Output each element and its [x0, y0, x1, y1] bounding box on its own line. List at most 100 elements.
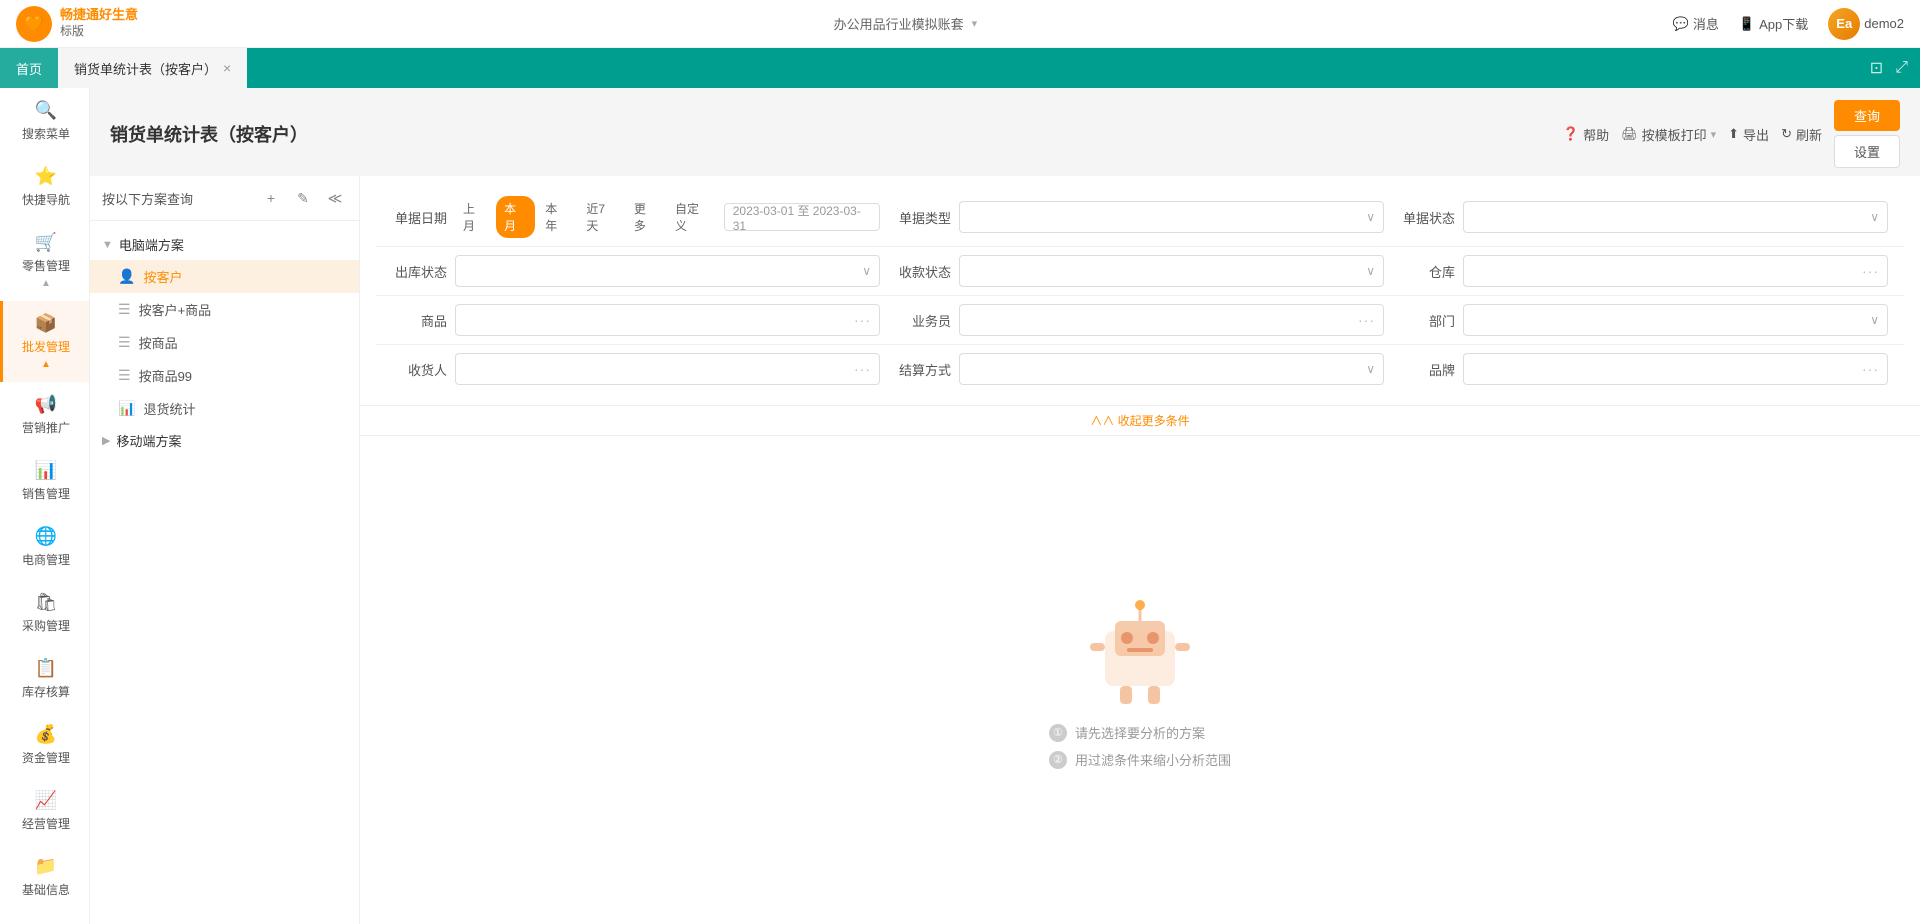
sidebar-item-purchase[interactable]: 🛍 采购管理	[0, 580, 89, 646]
empty-tip-1: ① 请先选择要分析的方案	[1049, 723, 1231, 742]
scheme-group-desktop-title[interactable]: ▼ 电脑端方案	[90, 229, 359, 260]
search-menu-label: 搜索菜单	[22, 125, 70, 142]
quick-nav-icon: ⭐	[35, 166, 57, 187]
scheme-collapse-btn[interactable]: ≪	[323, 186, 347, 210]
sales-icon: 📊	[35, 460, 57, 481]
setting-btn[interactable]: 设置	[1834, 135, 1900, 168]
sidebar-item-basic[interactable]: 📁 基础信息	[0, 844, 89, 910]
tab-close-btn[interactable]: ×	[223, 60, 231, 76]
export-btn[interactable]: ⬆ 导出	[1728, 125, 1769, 144]
avatar: Ea	[1828, 8, 1860, 40]
payment-input[interactable]: ∨	[959, 255, 1384, 287]
settlement-input[interactable]: ∨	[959, 353, 1384, 385]
by-customer-label: 按客户	[143, 267, 182, 286]
tip-num-1: ①	[1049, 724, 1067, 742]
filter-doc-status: 单据状态 ∨	[1400, 196, 1888, 238]
refresh-btn[interactable]: ↻ 刷新	[1781, 125, 1822, 144]
sidebar-item-retail[interactable]: 🛒 零售管理 ▲	[0, 220, 89, 301]
date-tab-this-month[interactable]: 本月	[496, 196, 535, 238]
date-tabs-group: 上月 本月 本年 近7天 更多 自定义	[455, 196, 718, 238]
print-label: 按模板打印	[1642, 125, 1707, 144]
logo-icon: 🧡	[16, 6, 52, 42]
sidebar-item-system[interactable]: ⚙ 系统管理	[0, 910, 89, 924]
sidebar-item-marketing[interactable]: 📢 营销推广	[0, 382, 89, 448]
page-actions: ❓ 帮助 🖨 按模板打印 ▾ ⬆ 导出 ↻ 刷新 查询	[1563, 100, 1900, 168]
finance-icon: 💰	[35, 724, 57, 745]
salesperson-more: ···	[1358, 312, 1375, 328]
search-menu-icon: 🔍	[35, 100, 57, 121]
app-download-btn[interactable]: 📱 App下载	[1739, 14, 1808, 33]
doc-type-input[interactable]: ∨	[959, 201, 1384, 233]
doc-status-label: 单据状态	[1400, 208, 1455, 227]
sidebar-item-sales[interactable]: 📊 销售管理	[0, 448, 89, 514]
scheme-group-mobile-title[interactable]: ▶ 移动端方案	[90, 425, 359, 456]
inner-layout: 按以下方案查询 + ✎ ≪ ▼ 电脑端方案 👤 按客户	[90, 176, 1920, 924]
warehouse-label: 仓库	[1400, 262, 1455, 281]
tab-bar: 首页 销货单统计表（按客户） × ⊡ ⤢	[0, 48, 1920, 88]
scheme-item-by-product-99[interactable]: ☰ 按商品99	[90, 359, 359, 392]
scheme-item-by-customer-product[interactable]: ☰ 按客户+商品	[90, 293, 359, 326]
help-icon: ❓	[1563, 126, 1579, 142]
scheme-item-by-customer[interactable]: 👤 按客户	[90, 260, 359, 293]
scheme-item-return-stats[interactable]: 📊 退货统计	[90, 392, 359, 425]
product-input[interactable]: ···	[455, 304, 880, 336]
recipient-input[interactable]: ···	[455, 353, 880, 385]
collapse-icon: ∧∧	[1090, 414, 1114, 428]
purchase-icon: 🛍	[35, 592, 58, 613]
export-icon: ⬆	[1728, 126, 1739, 142]
scheme-group-mobile: ▶ 移动端方案	[90, 425, 359, 456]
print-btn[interactable]: 🖨 按模板打印 ▾	[1621, 125, 1716, 144]
tab-home[interactable]: 首页	[0, 48, 58, 88]
sidebar-item-operations[interactable]: 📈 经营管理	[0, 778, 89, 844]
inventory-icon: 📋	[35, 658, 57, 679]
tab-expand-btn[interactable]: ⤢	[1891, 55, 1912, 81]
date-tab-custom[interactable]: 自定义	[667, 196, 718, 238]
user-area[interactable]: Ea demo2	[1828, 8, 1904, 40]
salesperson-input[interactable]: ···	[959, 304, 1384, 336]
message-icon: 💬	[1673, 16, 1689, 32]
page-title: 销货单统计表（按客户）	[110, 121, 308, 147]
date-tab-last-month[interactable]: 上月	[455, 196, 494, 238]
sidebar-item-search-menu[interactable]: 🔍 搜索菜单	[0, 88, 89, 154]
scheme-item-by-product[interactable]: ☰ 按商品	[90, 326, 359, 359]
scheme-add-btn[interactable]: +	[259, 186, 283, 210]
main-layout: 🔍 搜索菜单 ⭐ 快捷导航 🛒 零售管理 ▲ 📦 批发管理 ▲ 📢 营销推广 📊…	[0, 88, 1920, 924]
recipient-more: ···	[854, 361, 871, 377]
basic-icon: 📁	[35, 856, 57, 877]
brand-more: ···	[1862, 361, 1879, 377]
header-industry[interactable]: 办公用品行业模拟账套 ▾	[834, 14, 978, 33]
message-btn[interactable]: 💬 消息	[1673, 14, 1719, 33]
doc-status-input[interactable]: ∨	[1463, 201, 1888, 233]
delivery-arrow: ∨	[862, 264, 871, 278]
sidebar-item-finance[interactable]: 💰 资金管理	[0, 712, 89, 778]
tab-minimize-btn[interactable]: ⊡	[1866, 54, 1887, 82]
query-btn[interactable]: 查询	[1834, 100, 1900, 131]
empty-tips: ① 请先选择要分析的方案 ② 用过滤条件来缩小分析范围	[1049, 723, 1231, 769]
collapse-bar[interactable]: ∧∧ 收起更多条件	[360, 406, 1920, 436]
sidebar-item-ecommerce[interactable]: 🌐 电商管理	[0, 514, 89, 580]
message-label: 消息	[1693, 14, 1719, 33]
help-btn[interactable]: ❓ 帮助	[1563, 125, 1609, 144]
brand-input[interactable]: ···	[1463, 353, 1888, 385]
delivery-input[interactable]: ∨	[455, 255, 880, 287]
department-input[interactable]: ∨	[1463, 304, 1888, 336]
sidebar-item-inventory[interactable]: 📋 库存核算	[0, 646, 89, 712]
tab-home-label: 首页	[16, 59, 42, 78]
wholesale-icon: 📦	[35, 313, 57, 334]
sidebar-item-wholesale[interactable]: 📦 批发管理 ▲	[0, 301, 89, 382]
download-icon: 📱	[1739, 16, 1755, 32]
sidebar-item-quick-nav[interactable]: ⭐ 快捷导航	[0, 154, 89, 220]
filter-doc-type: 单据类型 ∨	[896, 196, 1384, 238]
date-tab-more[interactable]: 更多	[626, 196, 665, 238]
date-tab-7days[interactable]: 近7天	[578, 196, 624, 238]
tab-current[interactable]: 销货单统计表（按客户） ×	[58, 48, 247, 88]
date-range-display[interactable]: 2023-03-01 至 2023-03-31	[724, 203, 880, 231]
left-panel-header: 按以下方案查询 + ✎ ≪	[90, 176, 359, 221]
scheme-edit-btn[interactable]: ✎	[291, 186, 315, 210]
date-tab-this-year[interactable]: 本年	[537, 196, 576, 238]
payment-label: 收款状态	[896, 262, 951, 281]
warehouse-input[interactable]: ···	[1463, 255, 1888, 287]
department-label: 部门	[1400, 311, 1455, 330]
retail-arrow: ▲	[41, 278, 51, 289]
wholesale-label: 批发管理	[22, 338, 70, 355]
